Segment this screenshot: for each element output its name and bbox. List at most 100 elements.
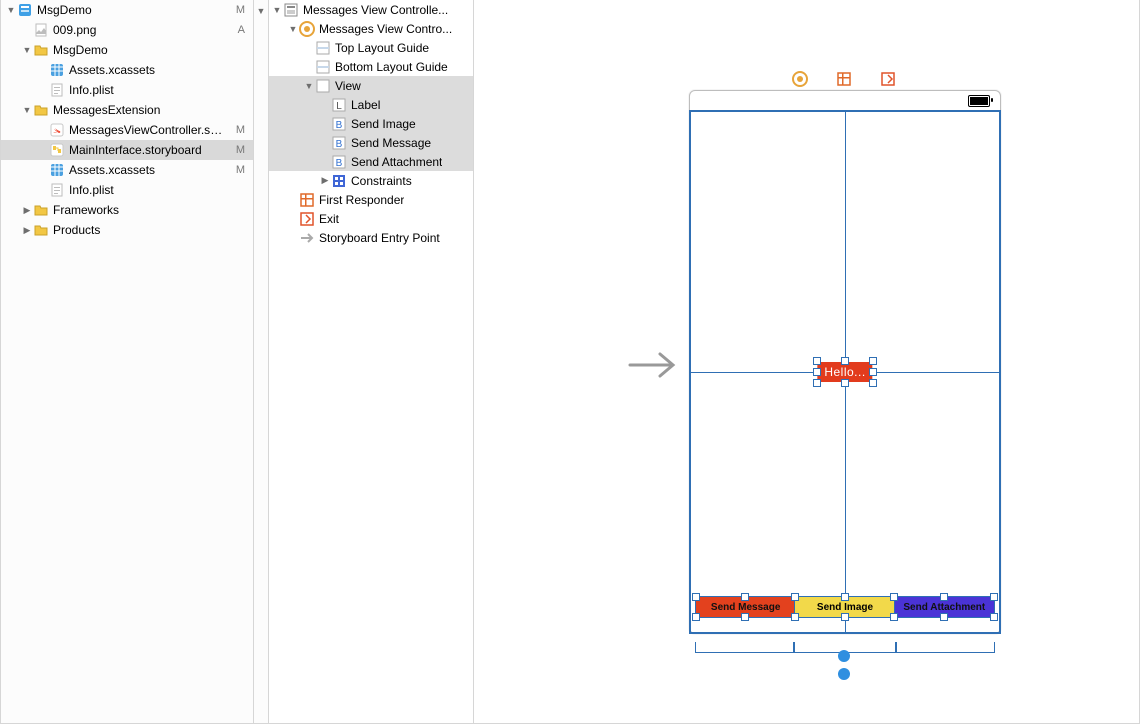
outline-row[interactable]: Top Layout Guide [269,38,473,57]
first-responder-icon[interactable] [836,71,852,87]
outline-row-label: Constraints [351,174,412,188]
document-outline[interactable]: ▼ Messages View Controlle... ▼ Messages Vie… [269,0,474,723]
nav-row-label: Assets.xcassets [69,163,227,177]
constraint-indicators-outer[interactable] [695,660,993,674]
nav-row-label: Info.plist [69,183,227,197]
outline-row[interactable]: ▼View [269,76,473,95]
selection-handles[interactable] [817,361,873,383]
nav-row[interactable]: MessagesViewController.swiftM [1,120,253,140]
outline-row-label: Send Image [351,117,416,131]
exit-icon [299,211,315,227]
disclosure-icon[interactable]: ▶ [21,205,33,216]
nav-row-label: Products [53,223,227,237]
folder-icon [33,102,49,118]
project-navigator[interactable]: ▼MsgDemoM009.pngA▼MsgDemoAssets.xcassets… [1,0,254,723]
nav-row-label: MsgDemo [37,3,227,17]
swift-icon [49,122,65,138]
nav-row[interactable]: ▼ MsgDemo [1,40,253,60]
nav-row-label: MessagesExtension [53,103,227,117]
outline-row-label: Send Message [351,136,431,150]
outline-row[interactable]: B Send Image [269,114,473,133]
outline-row[interactable]: ▼ Messages View Contro... [269,19,473,38]
storyboard-icon [49,142,65,158]
outline-row[interactable]: First Responder [269,190,473,209]
scm-status: M [227,144,245,156]
entry-point-arrow-icon[interactable] [628,350,676,380]
nav-row[interactable]: ▼ MsgDemoM [1,0,253,20]
outline-gutter: ▼ [254,0,269,723]
disclosure-icon[interactable]: ▼ [287,24,299,34]
outline-row[interactable]: Exit [269,209,473,228]
outline-row-label: Send Attachment [351,155,442,169]
outline-row-label: Storyboard Entry Point [319,231,440,245]
scene-icon [283,2,299,18]
outline-row-label: Messages View Controlle... [303,3,448,17]
outline-row-label: Label [351,98,380,112]
outline-row[interactable]: B Send Attachment [269,152,473,171]
device-frame[interactable]: Hello... Send Message Send Image Send At… [689,90,1001,634]
disclosure-icon[interactable]: ▼ [303,81,315,91]
outline-row[interactable]: Bottom Layout Guide [269,57,473,76]
outline-row-label: Top Layout Guide [335,41,429,55]
disclosure-icon[interactable]: ▶ [21,225,33,236]
scm-status: A [227,24,245,36]
folder-icon [33,202,49,218]
outline-row-label: First Responder [319,193,404,207]
exit-icon[interactable] [880,71,896,87]
outline-row[interactable]: B Send Message [269,133,473,152]
folder-icon [33,42,49,58]
assets-icon [49,162,65,178]
entry-icon [299,230,315,246]
disclosure-icon[interactable]: ▼ [5,5,17,15]
plist-icon [49,82,65,98]
disclosure-open-icon[interactable]: ▼ [257,6,266,723]
svg-text:B: B [336,120,343,131]
label-icon: L [331,97,347,113]
outline-row[interactable]: L Label [269,95,473,114]
plist-icon [49,182,65,198]
constraint-dot-icon[interactable] [838,668,850,680]
nav-row[interactable]: MainInterface.storyboardM [1,140,253,160]
nav-row[interactable]: Assets.xcassetsM [1,160,253,180]
nav-row[interactable]: Info.plist [1,80,253,100]
vc-icon[interactable] [792,71,808,87]
nav-row-label: Frameworks [53,203,227,217]
outline-row-label: Exit [319,212,339,226]
nav-row-label: MessagesViewController.swift [69,123,227,137]
status-bar [690,91,1000,111]
nav-row[interactable]: ▶ Products [1,220,253,240]
root-view[interactable]: Hello... Send Message Send Image Send At… [690,111,1000,633]
disclosure-icon[interactable]: ▼ [21,105,33,115]
nav-row-label: MsgDemo [53,43,227,57]
guide-icon [315,59,331,75]
outline-row[interactable]: ▼ Messages View Controlle... [269,0,473,19]
disclosure-icon[interactable]: ▼ [271,5,283,15]
view-icon [315,78,331,94]
outline-row-label: Messages View Contro... [319,22,452,36]
nav-row[interactable]: Assets.xcassets [1,60,253,80]
button-icon: B [331,154,347,170]
project-icon [17,2,33,18]
nav-row[interactable]: Info.plist [1,180,253,200]
constraint-indicators[interactable] [695,642,993,656]
folder-icon [33,222,49,238]
storyboard-scene[interactable]: Hello... Send Message Send Image Send At… [689,68,999,634]
nav-row[interactable]: ▼ MessagesExtension [1,100,253,120]
nav-row-label: MainInterface.storyboard [69,143,227,157]
scm-status: M [227,124,245,136]
bottom-button-row: Send Message Send Image Send Attachment [696,597,994,617]
svg-text:B: B [336,139,343,150]
disclosure-icon[interactable]: ▼ [21,45,33,55]
outline-row[interactable]: Storyboard Entry Point [269,228,473,247]
disclosure-icon[interactable]: ▶ [319,175,331,186]
nav-row[interactable]: 009.pngA [1,20,253,40]
scm-status: M [227,4,245,16]
nav-row-label: Info.plist [69,83,227,97]
outline-row[interactable]: ▶ Constraints [269,171,473,190]
nav-row[interactable]: ▶ Frameworks [1,200,253,220]
ib-canvas[interactable]: Hello... Send Message Send Image Send At… [474,0,1139,723]
scene-title-bar[interactable] [689,68,999,90]
outline-row-label: Bottom Layout Guide [335,60,448,74]
constraints-icon [331,173,347,189]
nav-row-label: 009.png [53,23,227,37]
